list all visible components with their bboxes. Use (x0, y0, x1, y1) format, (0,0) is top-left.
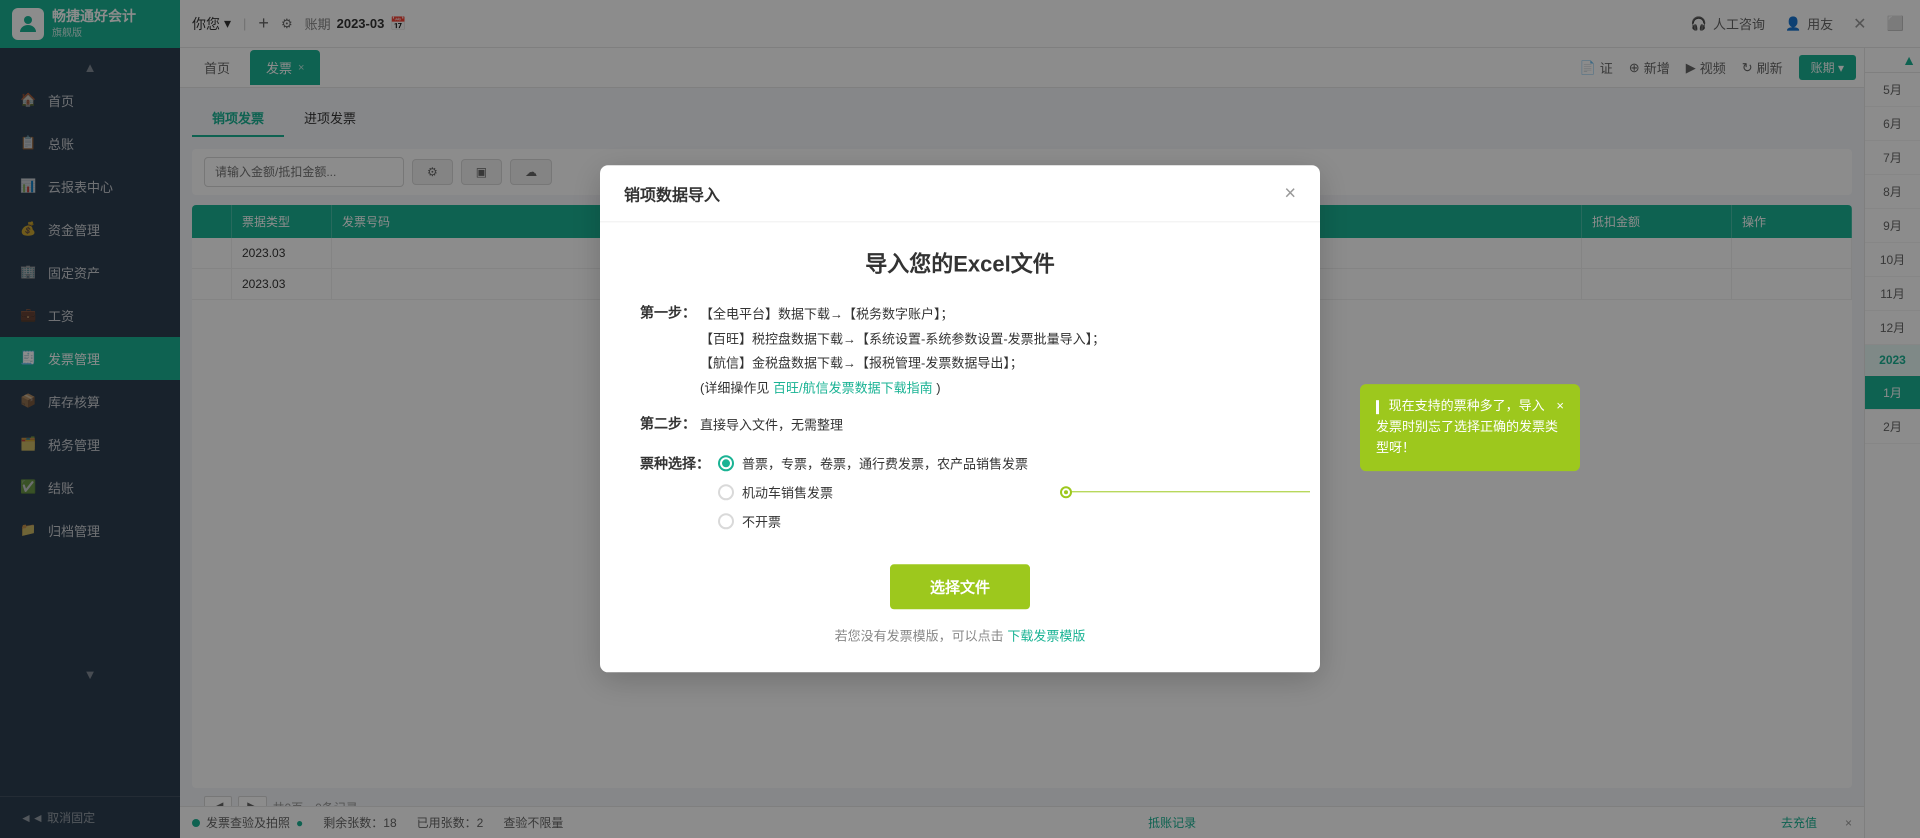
step2-row: 第二步： 直接导入文件，无需整理 (640, 413, 1280, 438)
radio-motor[interactable]: 机动车销售发票 (718, 483, 1280, 502)
radio-general-circle (718, 455, 734, 471)
tooltip-close-btn[interactable]: × (1556, 397, 1564, 418)
step1-content: 【全电平台】数据下载→【税务数字账户】； 【百旺】税控盘数据下载→【系统设置-系… (700, 302, 1105, 401)
tooltip-connector (1062, 488, 1310, 496)
modal-footer: 若您没有发票模版，可以点击 下载发票模版 (640, 626, 1280, 645)
step1-hint: (详细操作见 百旺/航信发票数据下载指南 ) (700, 376, 1105, 401)
modal-close-btn[interactable]: × (1284, 183, 1296, 203)
radio-motor-label: 机动车销售发票 (742, 483, 833, 502)
download-template-link[interactable]: 下载发票模版 (1007, 629, 1085, 644)
tooltip-dot (1062, 488, 1070, 496)
radio-noinvoice[interactable]: 不开票 (718, 512, 1280, 531)
modal-header: 销项数据导入 × (600, 165, 1320, 222)
step2-text: 直接导入文件，无需整理 (700, 417, 843, 432)
radio-noinvoice-label: 不开票 (742, 512, 781, 531)
step1-line1: 【全电平台】数据下载→【税务数字账户】； (700, 302, 1105, 327)
hint-link[interactable]: 百旺/航信发票数据下载指南 (773, 380, 933, 395)
tooltip-line (1070, 492, 1310, 493)
modal-title: 销项数据导入 (624, 181, 720, 205)
step2-label: 第二步： (640, 413, 700, 433)
hint-close: ) (936, 380, 940, 395)
radio-general-label: 普票，专票，卷票，通行费发票，农产品销售发票 (742, 454, 1028, 473)
tooltip-bar (1376, 400, 1379, 414)
step1-line2: 【百旺】税控盘数据下载→【系统设置-系统参数设置-发票批量导入】； (700, 327, 1105, 352)
radio-row: 票种选择： 普票，专票，卷票，通行费发票，农产品销售发票 机动车销售发票 (640, 454, 1280, 541)
step1-line3: 【航信】金税盘数据下载→【报税管理-发票数据导出】； (700, 352, 1105, 377)
step1-label: 第一步： (640, 302, 700, 322)
radio-group: 票种选择： 普票，专票，卷票，通行费发票，农产品销售发票 机动车销售发票 (640, 454, 1280, 541)
step1-row: 第一步： 【全电平台】数据下载→【税务数字账户】； 【百旺】税控盘数据下载→【系… (640, 302, 1280, 401)
radio-motor-circle (718, 484, 734, 500)
tooltip-text: 现在支持的票种多了，导入发票时别忘了选择正确的发票类型呀！ (1376, 399, 1558, 456)
radio-label: 票种选择： (640, 454, 710, 474)
hint-text: (详细操作见 (700, 380, 769, 395)
tooltip-bubble: × 现在支持的票种多了，导入发票时别忘了选择正确的发票类型呀！ (1360, 385, 1580, 471)
import-modal: 销项数据导入 × 导入您的Excel文件 第一步： 【全电平台】数据下载→【税务… (600, 165, 1320, 672)
footer-text: 若您没有发票模版，可以点击 (835, 629, 1004, 644)
radio-general-dot (722, 459, 730, 467)
radio-options-area: 普票，专票，卷票，通行费发票，农产品销售发票 机动车销售发票 不开票 (718, 454, 1280, 541)
modal-main-title: 导入您的Excel文件 (640, 246, 1280, 278)
modal-body: 导入您的Excel文件 第一步： 【全电平台】数据下载→【税务数字账户】； 【百… (600, 222, 1320, 672)
radio-general[interactable]: 普票，专票，卷票，通行费发票，农产品销售发票 (718, 454, 1280, 473)
select-file-button[interactable]: 选择文件 (890, 565, 1030, 610)
step2-content: 直接导入文件，无需整理 (700, 413, 843, 438)
radio-noinvoice-circle (718, 513, 734, 529)
